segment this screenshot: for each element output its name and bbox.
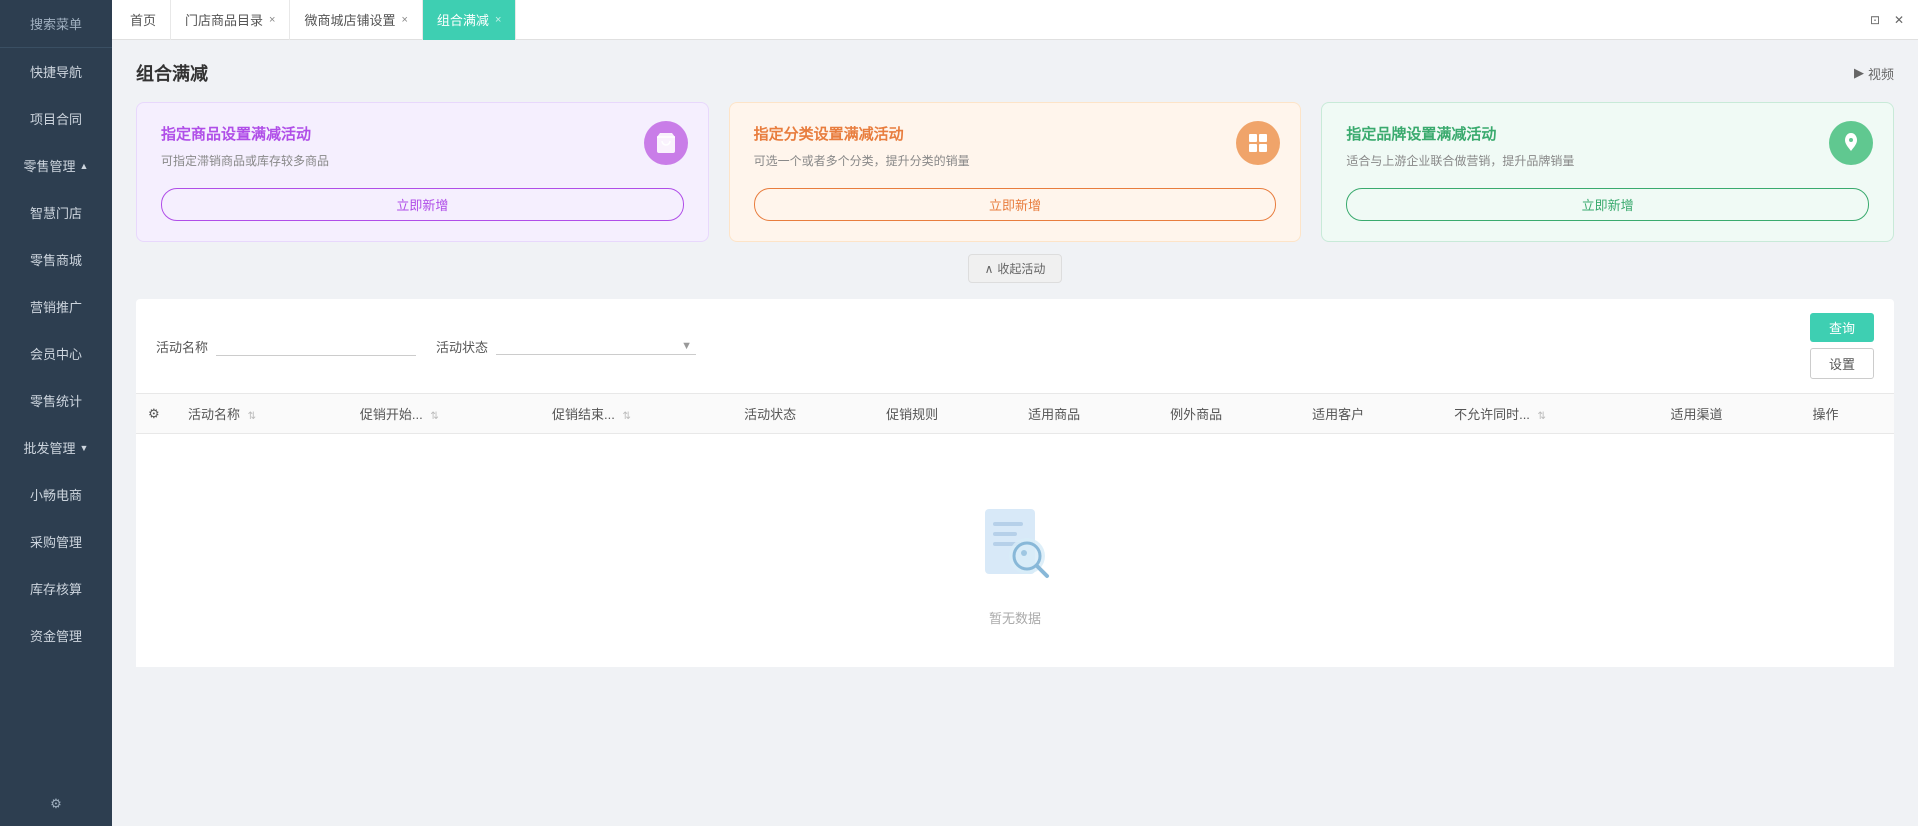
tab-combo-discount[interactable]: 组合满减 ×: [423, 0, 516, 40]
main-area: 首页 门店商品目录 × 微商城店铺设置 × 组合满减 × ⊡ ✕ 组合满减 ▶ …: [112, 0, 1918, 826]
empty-state-cell: 暂无数据: [136, 434, 1894, 668]
promo-card-goods-title: 指定商品设置满减活动: [161, 123, 684, 144]
window-maximize-btn[interactable]: ⊡: [1868, 13, 1882, 27]
sort-icon-promo-end: ⇅: [623, 411, 631, 422]
sidebar-item-project-contract[interactable]: 项目合同: [0, 95, 112, 142]
table-body: 暂无数据: [136, 434, 1894, 668]
empty-icon: [965, 494, 1065, 594]
sidebar-item-member-center[interactable]: 会员中心: [0, 330, 112, 377]
activity-name-input[interactable]: [216, 336, 416, 356]
activity-name-label: 活动名称: [156, 337, 208, 356]
collapse-bar: ∧ 收起活动: [136, 254, 1894, 283]
sidebar: 搜索菜单 快捷导航 项目合同 零售管理 智慧门店 零售商城 营销推广 会员中心 …: [0, 0, 112, 826]
promo-card-goods-icon: [644, 121, 688, 165]
data-table: ⚙ 活动名称 ⇅ 促销开始... ⇅ 促销结束... ⇅: [136, 394, 1894, 667]
filter-activity-name: 活动名称: [156, 336, 416, 356]
promo-card-brand-desc: 适合与上游企业联合做营销，提升品牌销量: [1346, 152, 1869, 174]
sidebar-item-fund-mgmt[interactable]: 资金管理: [0, 612, 112, 659]
tab-combo-discount-close[interactable]: ×: [495, 14, 501, 26]
page-header: 组合满减 ▶ 视频: [136, 60, 1894, 86]
sidebar-item-retail-mgmt[interactable]: 零售管理: [0, 142, 112, 189]
sidebar-search[interactable]: 搜索菜单: [0, 0, 112, 48]
th-gear[interactable]: ⚙: [136, 394, 176, 434]
sidebar-item-inventory-calc[interactable]: 库存核算: [0, 565, 112, 612]
sidebar-item-purchase-mgmt[interactable]: 采购管理: [0, 518, 112, 565]
th-promo-rule: 促销规则: [874, 394, 1016, 434]
promo-card-goods-btn[interactable]: 立即新增: [161, 188, 684, 221]
window-close-btn[interactable]: ✕: [1892, 13, 1906, 27]
sidebar-item-retail-stats[interactable]: 零售统计: [0, 377, 112, 424]
tab-mini-shop-close[interactable]: ×: [401, 14, 407, 26]
th-applicable-channel: 适用渠道: [1658, 394, 1800, 434]
promo-card-category-desc: 可选一个或者多个分类，提升分类的销量: [754, 152, 1277, 174]
collapse-btn[interactable]: ∧ 收起活动: [968, 254, 1063, 283]
query-button[interactable]: 查询: [1810, 313, 1874, 342]
activity-status-label: 活动状态: [436, 337, 488, 356]
content-area: 组合满减 ▶ 视频 指定商品设置满减活动 可指定滞销商品或库存较多商品: [112, 40, 1918, 826]
tab-mini-shop-settings[interactable]: 微商城店铺设置 ×: [290, 0, 422, 40]
empty-state-row: 暂无数据: [136, 434, 1894, 668]
table-container: ⚙ 活动名称 ⇅ 促销开始... ⇅ 促销结束... ⇅: [136, 393, 1894, 667]
promo-card-brand-icon: [1829, 121, 1873, 165]
sidebar-item-marketing[interactable]: 营销推广: [0, 283, 112, 330]
tab-bar: 首页 门店商品目录 × 微商城店铺设置 × 组合满减 × ⊡ ✕: [112, 0, 1918, 40]
sidebar-item-smart-store[interactable]: 智慧门店: [0, 189, 112, 236]
sidebar-settings-btn[interactable]: ⚙: [0, 782, 112, 826]
tab-store-catalog[interactable]: 门店商品目录 ×: [171, 0, 290, 40]
promo-card-goods-desc: 可指定滞销商品或库存较多商品: [161, 152, 684, 174]
window-controls: ⊡ ✕: [1868, 13, 1910, 27]
promo-card-category-title: 指定分类设置满减活动: [754, 123, 1277, 144]
promo-card-goods: 指定商品设置满减活动 可指定滞销商品或库存较多商品 立即新增: [136, 102, 709, 242]
chevron-up-icon: ∧: [985, 262, 994, 276]
chevron-down-icon: ▼: [681, 340, 692, 352]
promo-card-category: 指定分类设置满减活动 可选一个或者多个分类，提升分类的销量 立即新增: [729, 102, 1302, 242]
page-title: 组合满减: [136, 60, 208, 86]
sort-icon-promo-start: ⇅: [430, 411, 438, 422]
th-applicable-customer: 适用客户: [1300, 394, 1442, 434]
activity-status-select[interactable]: ▼: [496, 338, 696, 355]
th-promo-start[interactable]: 促销开始... ⇅: [348, 394, 540, 434]
empty-text: 暂无数据: [989, 608, 1041, 627]
sidebar-item-retail-mall[interactable]: 零售商城: [0, 236, 112, 283]
th-promo-end[interactable]: 促销结束... ⇅: [540, 394, 732, 434]
th-activity-status: 活动状态: [732, 394, 874, 434]
th-exception-goods: 例外商品: [1158, 394, 1300, 434]
video-link[interactable]: ▶ 视频: [1854, 64, 1894, 83]
promo-card-brand-title: 指定品牌设置满减活动: [1346, 123, 1869, 144]
setting-button[interactable]: 设置: [1810, 348, 1874, 379]
sidebar-item-xiaochang[interactable]: 小畅电商: [0, 471, 112, 518]
promo-card-category-btn[interactable]: 立即新增: [754, 188, 1277, 221]
table-header-row: ⚙ 活动名称 ⇅ 促销开始... ⇅ 促销结束... ⇅: [136, 394, 1894, 434]
sidebar-item-quick-nav[interactable]: 快捷导航: [0, 48, 112, 95]
sidebar-item-wholesale-mgmt[interactable]: 批发管理: [0, 424, 112, 471]
filter-actions: 查询 设置: [1810, 313, 1874, 379]
promo-card-brand: 指定品牌设置满减活动 适合与上游企业联合做营销，提升品牌销量 立即新增: [1321, 102, 1894, 242]
sort-icon-no-concurrent: ⇅: [1538, 411, 1546, 422]
play-icon: ▶: [1854, 65, 1864, 81]
promo-card-brand-btn[interactable]: 立即新增: [1346, 188, 1869, 221]
tab-home[interactable]: 首页: [120, 0, 171, 40]
filter-activity-status: 活动状态 ▼: [436, 337, 696, 356]
th-operation: 操作: [1800, 394, 1894, 434]
th-activity-name[interactable]: 活动名称 ⇅: [176, 394, 348, 434]
filter-bar: 活动名称 活动状态 ▼ 查询 设置: [136, 299, 1894, 393]
sort-icon-activity-name: ⇅: [248, 411, 256, 422]
promo-cards: 指定商品设置满减活动 可指定滞销商品或库存较多商品 立即新增 指定分类设置满减活…: [136, 102, 1894, 242]
tab-store-catalog-close[interactable]: ×: [269, 14, 275, 26]
th-applicable-goods: 适用商品: [1016, 394, 1158, 434]
empty-state: 暂无数据: [136, 434, 1894, 667]
th-no-concurrent[interactable]: 不允许同时... ⇅: [1442, 394, 1658, 434]
